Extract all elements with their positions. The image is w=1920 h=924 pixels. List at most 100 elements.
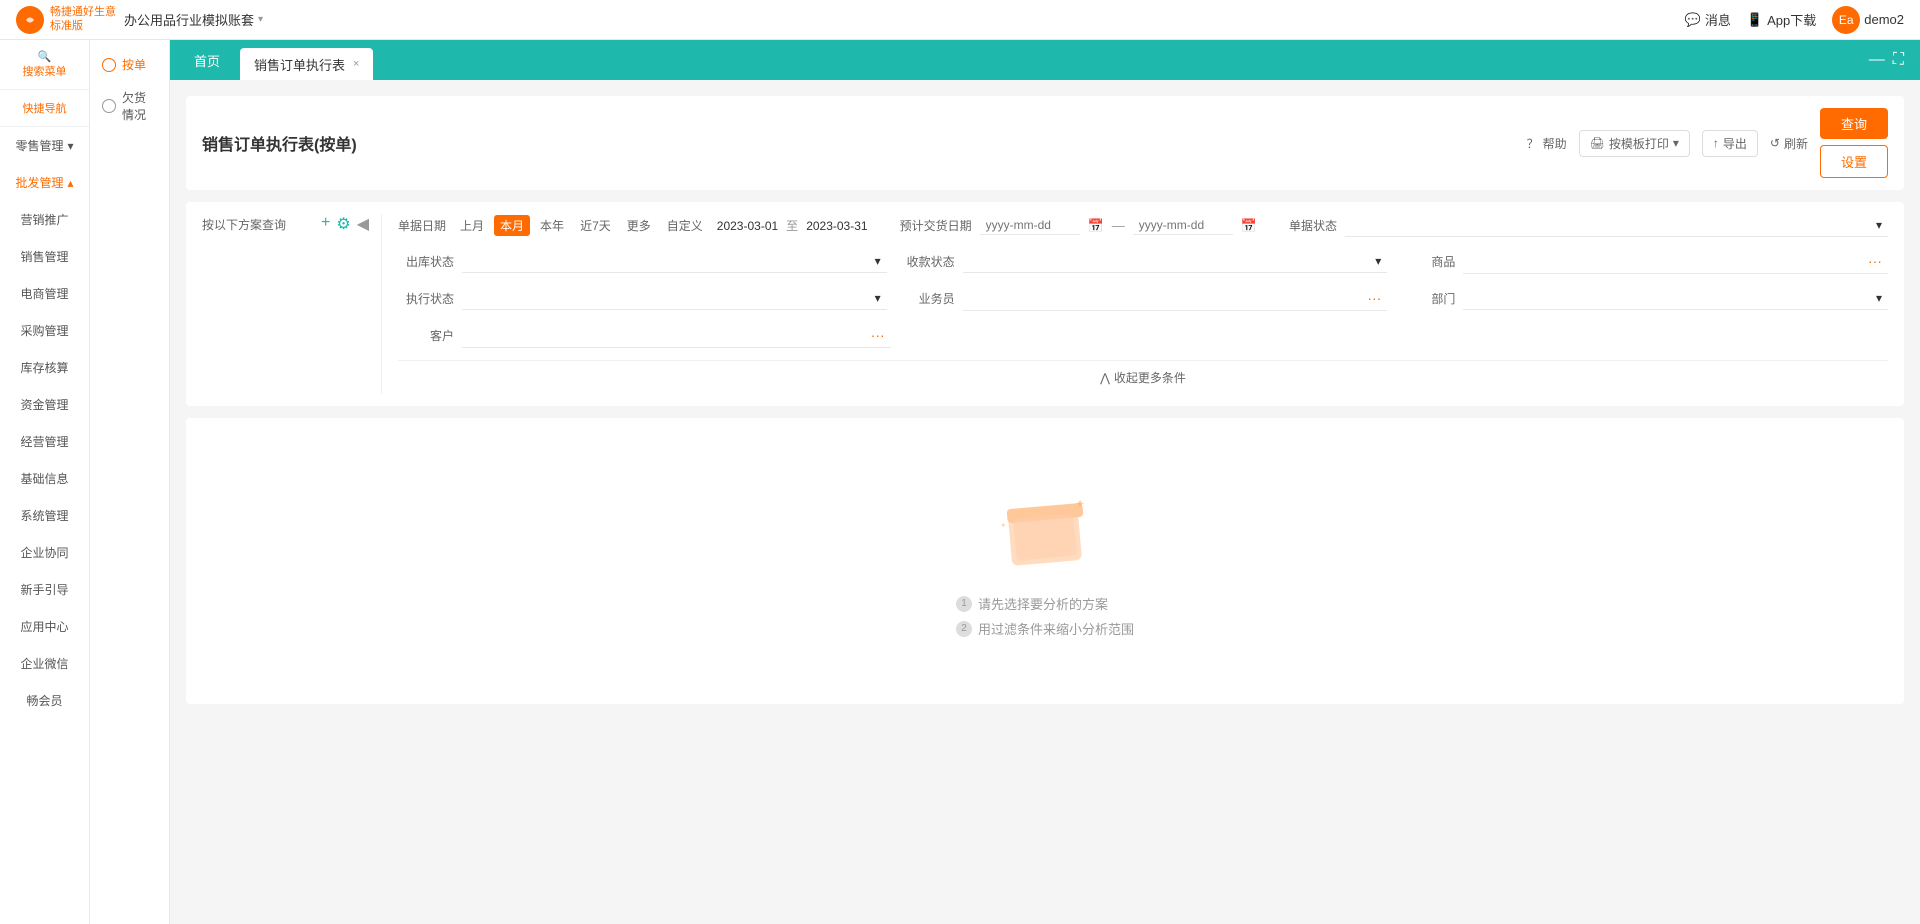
wholesale-chevron-icon: ▴: [67, 176, 73, 190]
logo-icon: [16, 6, 44, 34]
sidebar-item-newuser[interactable]: 新手引导: [0, 571, 89, 608]
query-button[interactable]: 查询: [1820, 108, 1888, 139]
print-icon: 🖨: [1590, 136, 1605, 150]
top-bar-right: 💬 消息 📱 App下载 Ea demo2: [1685, 6, 1904, 34]
help-icon: ？: [1527, 135, 1539, 152]
main-layout: 🔍 搜索菜单 快捷导航 零售管理 ▾ 批发管理 ▴ 营销推广: [0, 40, 1920, 924]
goods-dots-button[interactable]: ···: [1868, 253, 1882, 269]
date-range: 2023-03-01 至 2023-03-31: [717, 217, 868, 234]
sidebar-item-basic[interactable]: 基础信息: [0, 460, 89, 497]
expected-date-label: 预计交货日期: [900, 217, 972, 234]
date-separator-to: 2023-03-31: [806, 219, 867, 233]
tab-sales-order[interactable]: 销售订单执行表 ×: [240, 48, 373, 80]
retail-chevron-icon: ▾: [67, 139, 73, 153]
stock-status-chevron-icon: ▾: [875, 254, 881, 268]
department-select[interactable]: ▾: [1463, 287, 1888, 310]
app-download-action[interactable]: 📱 App下载: [1747, 10, 1816, 29]
tab-home[interactable]: 首页: [178, 40, 236, 80]
date-tab-current-month[interactable]: 本月: [494, 215, 530, 236]
expected-date-from-input[interactable]: [980, 216, 1080, 235]
date-tab-current-year[interactable]: 本年: [534, 215, 570, 236]
message-action[interactable]: 💬 消息: [1685, 10, 1731, 29]
filter-row-3: 执行状态 ▾ 业务员 ···: [398, 286, 1888, 311]
sidebar-item-retail[interactable]: 零售管理 ▾: [0, 127, 89, 164]
goods-item: 商品 ···: [1399, 249, 1888, 274]
stock-status-select[interactable]: ▾: [462, 250, 887, 273]
message-icon: 💬: [1685, 12, 1701, 28]
sidebar-wrapper: 🔍 搜索菜单 快捷导航 零售管理 ▾ 批发管理 ▴ 营销推广: [0, 40, 170, 924]
minimize-button[interactable]: —: [1869, 51, 1885, 69]
doc-status-select[interactable]: ▾: [1345, 214, 1888, 237]
customer-field: ···: [462, 323, 891, 348]
template-print-button[interactable]: 🖨 按模板打印 ▾: [1579, 130, 1690, 157]
customer-dots-button[interactable]: ···: [871, 327, 885, 343]
sidebar-item-operations[interactable]: 经营管理: [0, 423, 89, 460]
sidebar-item-ecommerce[interactable]: 电商管理: [0, 275, 89, 312]
exec-status-label: 执行状态: [398, 290, 454, 307]
export-icon: ↑: [1713, 136, 1719, 150]
filter-row-2: 出库状态 ▾ 收款状态 ▾: [398, 249, 1888, 274]
sidebar-item-purchase[interactable]: 采购管理: [0, 312, 89, 349]
tab-bar: 首页 销售订单执行表 × — ⛶: [170, 40, 1920, 80]
department-item: 部门 ▾: [1399, 286, 1888, 311]
customer-item: 客户 ···: [398, 323, 891, 348]
calendar-to-icon[interactable]: 📅: [1241, 218, 1257, 234]
sidebar-item-marketing[interactable]: 营销推广: [0, 201, 89, 238]
payment-status-label: 收款状态: [899, 253, 955, 270]
date-row: 单据日期 上月 本月 本年 近7天 更多 自定义 2023-03-01: [398, 214, 1888, 237]
date-period-label: 单据日期: [398, 217, 446, 234]
empty-state-text: 1 请先选择要分析的方案 2 用过滤条件来缩小分析范围: [956, 594, 1134, 644]
exec-status-chevron-icon: ▾: [875, 291, 881, 305]
expected-date-to-input[interactable]: [1133, 216, 1233, 235]
tab-controls: — ⛶: [1861, 51, 1912, 69]
collapse-more-button[interactable]: ⋀ 收起更多条件: [1100, 369, 1186, 386]
add-filter-button[interactable]: +: [321, 214, 330, 234]
export-button[interactable]: ↑ 导出: [1702, 130, 1758, 157]
print-chevron-icon: ▾: [1673, 136, 1679, 150]
exec-status-item: 执行状态 ▾: [398, 286, 887, 311]
empty-state: ✦ ✦ 1 请先选择要分析的方案 2 用过滤条件来缩小分析范围: [186, 418, 1904, 704]
svg-text:✦: ✦: [1000, 521, 1007, 530]
filter-sidebar-title: 按以下方案查询 + ⚙ ◀: [202, 214, 369, 234]
company-chevron-icon: ▾: [258, 14, 263, 25]
stock-status-label: 出库状态: [398, 253, 454, 270]
customer-label: 客户: [398, 327, 454, 344]
sub-menu-item-debt[interactable]: 欠货情况: [90, 81, 169, 131]
maximize-button[interactable]: ⛶: [1893, 51, 1904, 69]
date-tab-7days[interactable]: 近7天: [574, 215, 617, 236]
search-menu[interactable]: 🔍 搜索菜单: [0, 40, 89, 90]
sidebar-item-cooperation[interactable]: 企业协同: [0, 534, 89, 571]
date-tab-last-month[interactable]: 上月: [454, 215, 490, 236]
settings-button[interactable]: 设置: [1820, 145, 1888, 178]
user-profile[interactable]: Ea demo2: [1832, 6, 1904, 34]
app-download-icon: 📱: [1747, 12, 1763, 28]
expected-date-group: 预计交货日期 📅 — 📅: [900, 216, 1257, 235]
exec-status-select[interactable]: ▾: [462, 287, 887, 310]
sidebar-item-apps[interactable]: 应用中心: [0, 608, 89, 645]
shortcut-nav[interactable]: 快捷导航: [0, 90, 89, 127]
help-button[interactable]: ？ 帮助: [1527, 135, 1567, 152]
sub-menu-item-order[interactable]: 按单: [90, 48, 169, 81]
payment-status-select[interactable]: ▾: [963, 250, 1388, 273]
date-tab-custom[interactable]: 自定义: [661, 215, 709, 236]
tab-close-icon[interactable]: ×: [353, 58, 359, 70]
filter-row-4: 客户 ···: [398, 323, 1888, 348]
sidebar-item-system[interactable]: 系统管理: [0, 497, 89, 534]
expected-date-range-separator: —: [1112, 218, 1125, 233]
date-separator-text: 2023-03-01: [717, 219, 778, 233]
edit-filter-button[interactable]: ⚙: [336, 214, 350, 234]
sidebar-item-inventory[interactable]: 库存核算: [0, 349, 89, 386]
company-selector[interactable]: 办公用品行业模拟账套 ▾: [124, 10, 263, 29]
sidebar-item-member[interactable]: 畅会员: [0, 682, 89, 719]
filter-sidebar: 按以下方案查询 + ⚙ ◀: [202, 214, 382, 394]
goods-label: 商品: [1399, 253, 1455, 270]
salesperson-dots-button[interactable]: ···: [1367, 290, 1381, 306]
sidebar-item-wholesale[interactable]: 批发管理 ▴: [0, 164, 89, 201]
collapse-filter-button[interactable]: ◀: [357, 214, 369, 234]
calendar-from-icon[interactable]: 📅: [1088, 218, 1104, 234]
sidebar-item-finance[interactable]: 资金管理: [0, 386, 89, 423]
refresh-button[interactable]: ↺ 刷新: [1770, 135, 1808, 152]
sidebar-item-wechat[interactable]: 企业微信: [0, 645, 89, 682]
sidebar-item-sales[interactable]: 销售管理: [0, 238, 89, 275]
date-tab-more[interactable]: 更多: [621, 215, 657, 236]
